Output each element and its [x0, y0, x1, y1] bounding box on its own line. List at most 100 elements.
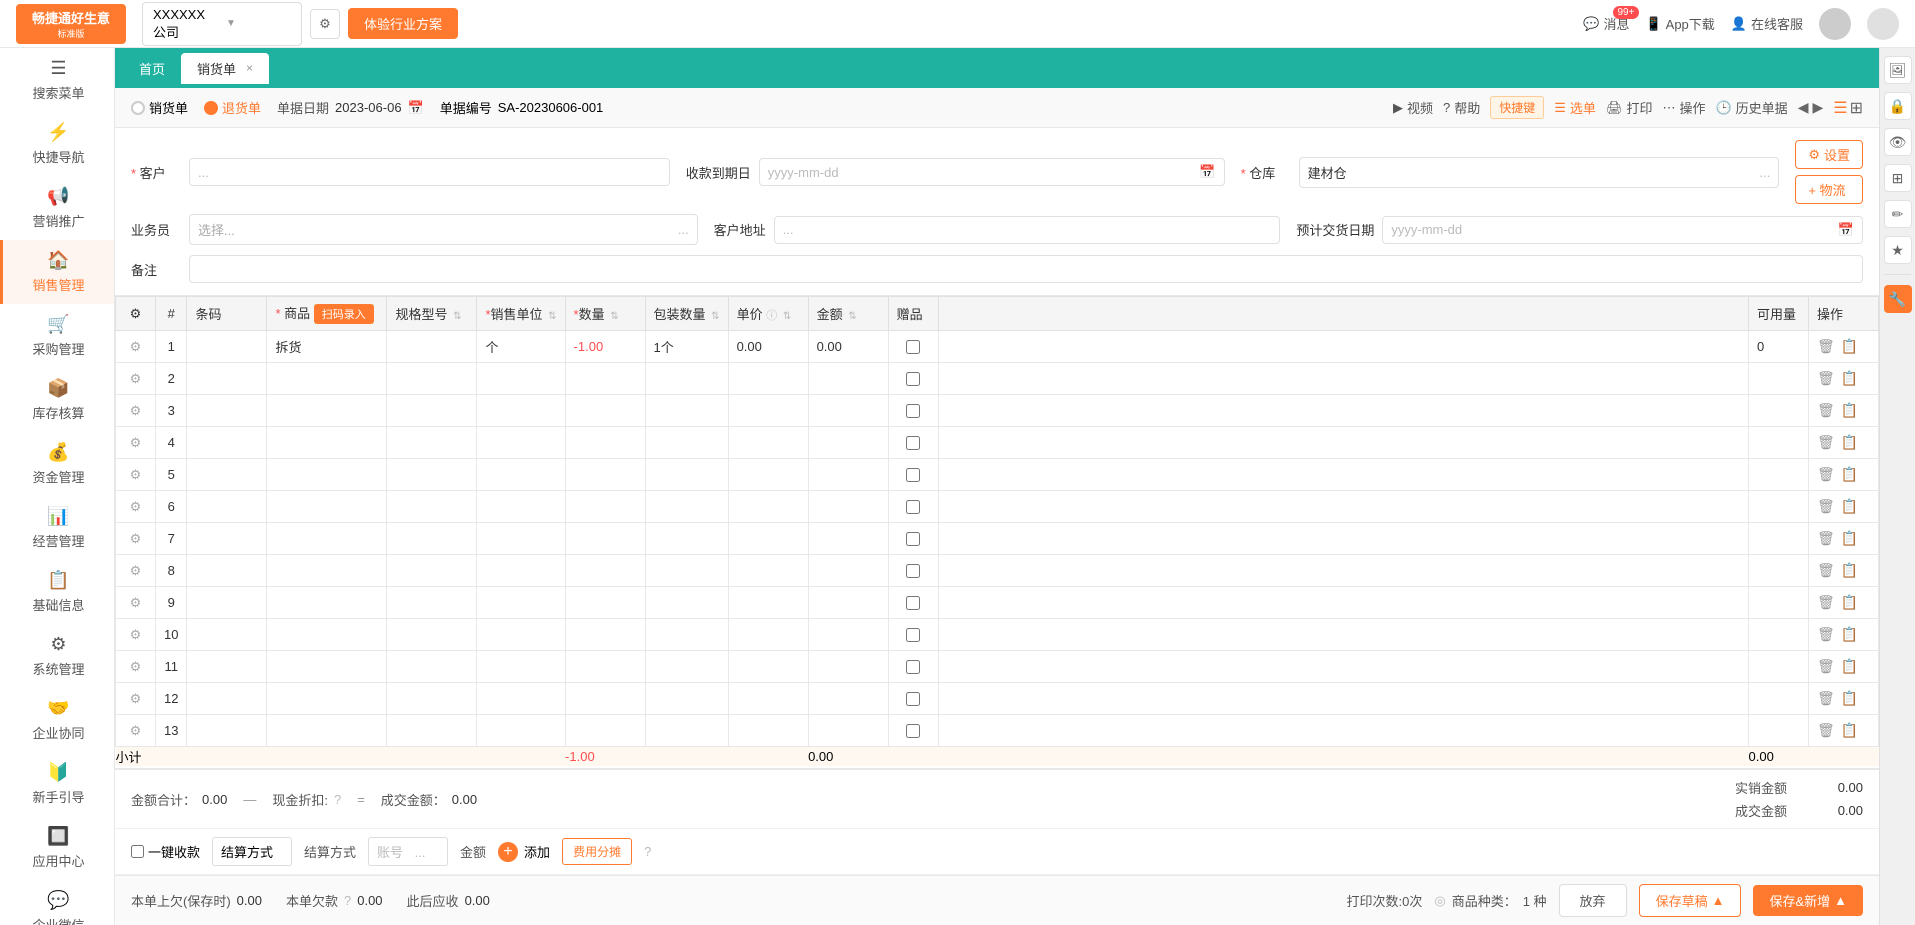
row-amount[interactable] — [808, 459, 888, 491]
warehouse-input[interactable]: 建材仓 ... — [1299, 157, 1780, 188]
row-amount[interactable] — [808, 587, 888, 619]
row-unit[interactable] — [477, 651, 565, 683]
row-price[interactable]: 0.00 — [728, 331, 808, 363]
rp-edit-button[interactable]: ✏ — [1884, 200, 1912, 228]
copy-icon[interactable]: 📋 — [1841, 658, 1858, 675]
copy-icon[interactable]: 📋 — [1841, 338, 1858, 355]
row-pkgqty[interactable] — [645, 683, 728, 715]
row-product[interactable] — [267, 555, 387, 587]
row-settings-icon[interactable]: ⚙ — [130, 595, 142, 610]
due-date-input[interactable]: yyyy-mm-dd 📅 — [759, 158, 1225, 186]
row-amount[interactable] — [808, 651, 888, 683]
row-qty[interactable] — [565, 619, 645, 651]
row-barcode[interactable] — [187, 619, 267, 651]
settings-icon[interactable]: ⚙ — [310, 9, 340, 39]
row-unit[interactable] — [477, 459, 565, 491]
row-pkgqty[interactable] — [645, 555, 728, 587]
sidebar-item-quick-nav[interactable]: ⚡ 快捷导航 — [0, 112, 114, 176]
list-layout-icon[interactable]: ☰ — [1833, 98, 1847, 118]
row-barcode[interactable] — [187, 651, 267, 683]
price-info-icon[interactable]: ⓘ — [766, 310, 777, 322]
experience-button[interactable]: 体验行业方案 — [348, 8, 458, 39]
row-barcode[interactable] — [187, 683, 267, 715]
row-unit[interactable] — [477, 619, 565, 651]
delete-icon[interactable]: 🗑 — [1817, 626, 1835, 643]
gift-checkbox[interactable] — [906, 660, 920, 674]
row-settings-icon[interactable]: ⚙ — [130, 467, 142, 482]
online-service-button[interactable]: 👤 在线客服 — [1731, 14, 1803, 33]
help-button[interactable]: ? 帮助 — [1443, 98, 1480, 117]
row-amount[interactable]: 0.00 — [808, 331, 888, 363]
salesperson-input[interactable]: 选择... ... — [189, 214, 698, 245]
copy-icon[interactable]: 📋 — [1841, 562, 1858, 579]
row-settings[interactable]: ⚙ — [116, 459, 156, 491]
row-barcode[interactable] — [187, 587, 267, 619]
row-price[interactable] — [728, 395, 808, 427]
row-settings[interactable]: ⚙ — [116, 555, 156, 587]
calendar-icon[interactable]: 📅 — [408, 100, 424, 116]
row-price[interactable] — [728, 459, 808, 491]
add-payment-button[interactable]: + — [498, 842, 518, 862]
row-spec[interactable] — [387, 715, 477, 747]
delete-icon[interactable]: 🗑 — [1817, 562, 1835, 579]
row-barcode[interactable] — [187, 427, 267, 459]
row-qty[interactable] — [565, 427, 645, 459]
row-spec[interactable] — [387, 555, 477, 587]
payment-method-select[interactable]: 结算方式 — [212, 837, 292, 866]
row-product[interactable] — [267, 395, 387, 427]
rp-eye-button[interactable]: 👁 — [1884, 128, 1912, 156]
row-qty[interactable]: -1.00 — [565, 331, 645, 363]
row-settings[interactable]: ⚙ — [116, 395, 156, 427]
delete-icon[interactable]: 🗑 — [1817, 370, 1835, 387]
row-price[interactable] — [728, 715, 808, 747]
row-pkgqty[interactable] — [645, 395, 728, 427]
row-barcode[interactable] — [187, 459, 267, 491]
row-unit[interactable] — [477, 555, 565, 587]
row-unit[interactable]: 个 — [477, 331, 565, 363]
row-settings-icon[interactable]: ⚙ — [130, 659, 142, 674]
row-qty[interactable] — [565, 395, 645, 427]
row-qty[interactable] — [565, 651, 645, 683]
row-spec[interactable] — [387, 459, 477, 491]
row-amount[interactable] — [808, 715, 888, 747]
gift-checkbox[interactable] — [906, 340, 920, 354]
delete-icon[interactable]: 🗑 — [1817, 530, 1835, 547]
sidebar-item-marketing[interactable]: 📢 营销推广 — [0, 176, 114, 240]
row-pkgqty[interactable] — [645, 491, 728, 523]
grid-layout-icon[interactable]: ⊞ — [1850, 98, 1863, 118]
row-pkgqty[interactable]: 1个 — [645, 331, 728, 363]
sidebar-item-search[interactable]: ☰ 搜索菜单 — [0, 48, 114, 112]
row-product[interactable] — [267, 523, 387, 555]
avatar[interactable] — [1819, 8, 1851, 40]
row-price[interactable] — [728, 683, 808, 715]
row-amount[interactable] — [808, 619, 888, 651]
copy-icon[interactable]: 📋 — [1841, 434, 1858, 451]
due-date-calendar-icon[interactable]: 📅 — [1199, 164, 1215, 180]
row-qty[interactable] — [565, 715, 645, 747]
row-qty[interactable] — [565, 523, 645, 555]
save-new-button[interactable]: 保存&新增 ▲ — [1753, 885, 1863, 916]
sidebar-item-enterprise[interactable]: 🤝 企业协同 — [0, 688, 114, 752]
sidebar-item-purchase[interactable]: 🛒 采购管理 — [0, 304, 114, 368]
row-barcode[interactable] — [187, 491, 267, 523]
row-price[interactable] — [728, 651, 808, 683]
form-settings-button[interactable]: ⚙ 设置 — [1795, 140, 1863, 169]
row-product[interactable]: 拆货 — [267, 331, 387, 363]
next-arrow-icon[interactable]: ▶ — [1812, 99, 1823, 116]
row-settings-icon[interactable]: ⚙ — [130, 339, 142, 354]
messages-button[interactable]: 💬 消息 99+ — [1583, 14, 1629, 33]
row-unit[interactable] — [477, 395, 565, 427]
gift-checkbox[interactable] — [906, 692, 920, 706]
gift-checkbox[interactable] — [906, 596, 920, 610]
app-download-button[interactable]: 📱 App下载 — [1645, 14, 1714, 33]
row-settings-icon[interactable]: ⚙ — [130, 563, 142, 578]
sort-price-icon[interactable]: ⇅ — [783, 311, 791, 322]
row-settings[interactable]: ⚙ — [116, 683, 156, 715]
row-price[interactable] — [728, 619, 808, 651]
row-barcode[interactable] — [187, 523, 267, 555]
print-button[interactable]: 🖨 打印 — [1606, 98, 1653, 117]
row-amount[interactable] — [808, 683, 888, 715]
row-settings[interactable]: ⚙ — [116, 715, 156, 747]
expected-date-input[interactable]: yyyy-mm-dd 📅 — [1382, 216, 1863, 244]
scan-btn[interactable]: 扫码录入 — [314, 304, 374, 324]
